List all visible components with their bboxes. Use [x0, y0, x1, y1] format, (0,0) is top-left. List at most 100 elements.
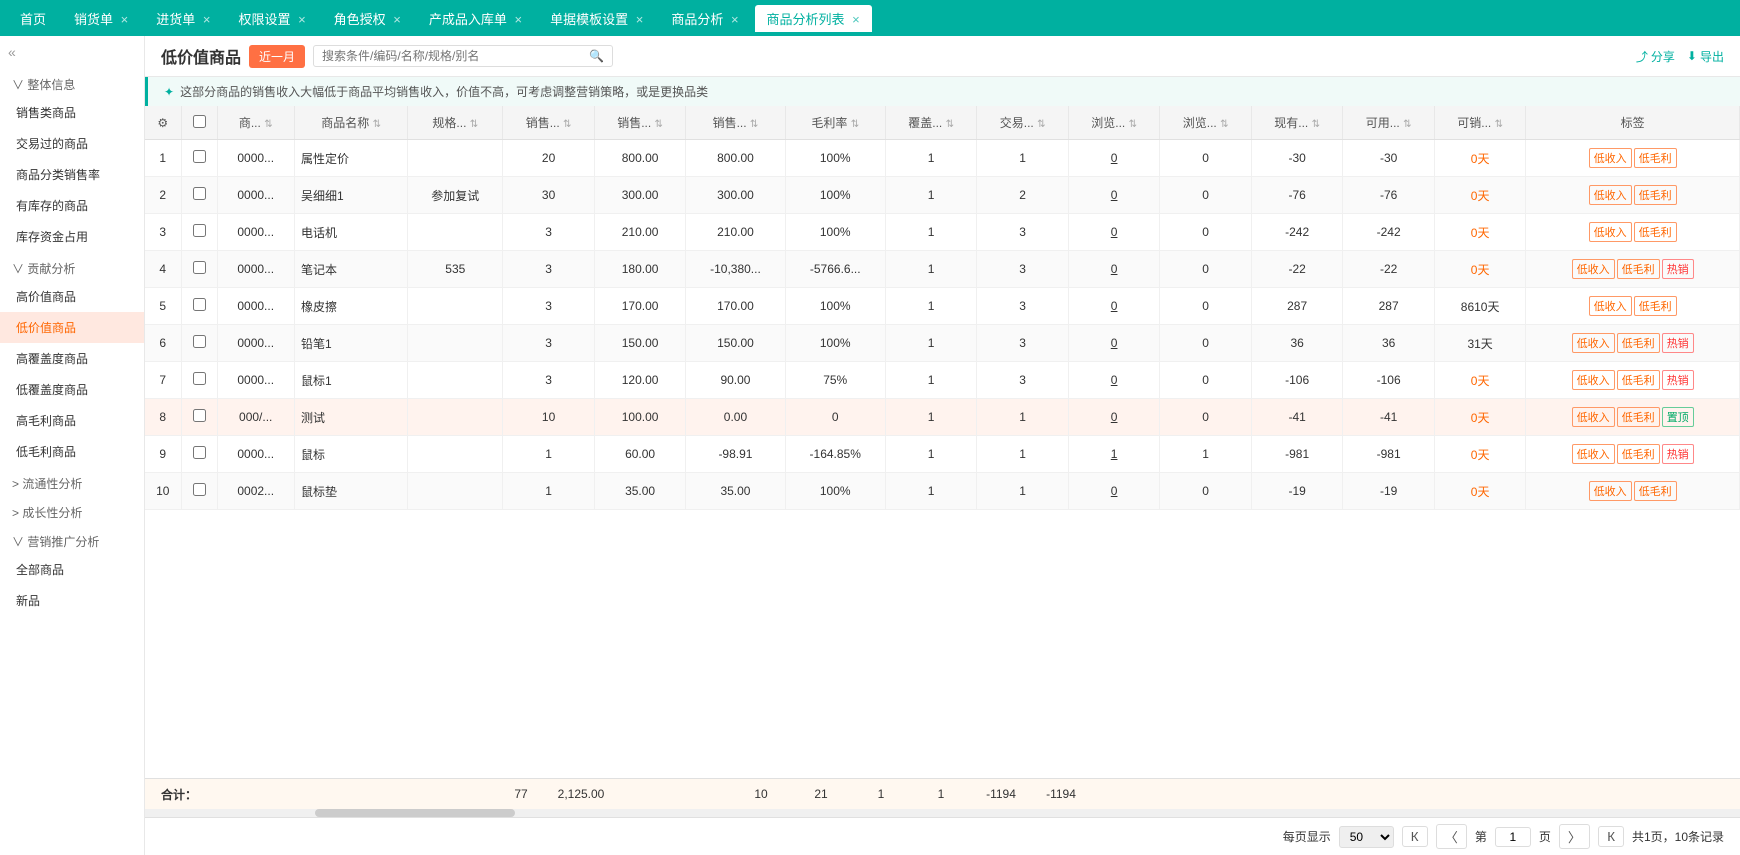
browse-link[interactable]: 0	[1111, 151, 1118, 165]
sidebar-item-sales-goods[interactable]: 销售类商品	[0, 97, 144, 128]
search-icon[interactable]: 🔍	[589, 49, 604, 63]
scrollbar-thumb[interactable]	[315, 809, 515, 817]
sidebar-item-traded-goods[interactable]: 交易过的商品	[0, 128, 144, 159]
close-icon[interactable]: ×	[852, 12, 860, 27]
col-spec[interactable]: 规格... ⇅	[408, 106, 503, 140]
table-container[interactable]: ⚙ 商... ⇅ 商品名称 ⇅ 规格... ⇅ 销售... ⇅ 销售... ⇅ …	[145, 106, 1740, 778]
sidebar-group-flow[interactable]: > 流通性分析	[0, 467, 144, 496]
browse-link[interactable]: 0	[1111, 262, 1118, 276]
col-code[interactable]: 商... ⇅	[217, 106, 294, 140]
row-checkbox[interactable]	[181, 473, 217, 510]
row-select-checkbox[interactable]	[193, 483, 206, 496]
browse-link[interactable]: 0	[1111, 373, 1118, 387]
browse-link[interactable]: 0	[1111, 188, 1118, 202]
row-checkbox[interactable]	[181, 177, 217, 214]
row-select-checkbox[interactable]	[193, 446, 206, 459]
row-browse1[interactable]: 0	[1068, 473, 1160, 510]
nav-tab-purchase[interactable]: 进货单 ×	[144, 5, 222, 32]
row-select-checkbox[interactable]	[193, 335, 206, 348]
close-icon[interactable]: ×	[298, 12, 306, 27]
page-number-input[interactable]	[1495, 827, 1531, 847]
row-browse1[interactable]: 0	[1068, 251, 1160, 288]
col-name[interactable]: 商品名称 ⇅	[294, 106, 407, 140]
horizontal-scrollbar[interactable]	[145, 809, 1740, 817]
filter-recent-month-button[interactable]: 近一月	[249, 45, 305, 68]
col-current-stock[interactable]: 现有... ⇅	[1251, 106, 1343, 140]
sidebar-item-low-coverage[interactable]: 低覆盖度商品	[0, 374, 144, 405]
sidebar-item-stocked-goods[interactable]: 有库存的商品	[0, 190, 144, 221]
close-icon[interactable]: ×	[203, 12, 211, 27]
nav-tab-permissions[interactable]: 权限设置 ×	[226, 5, 317, 32]
collapse-button[interactable]: «	[8, 44, 16, 60]
col-available-stock[interactable]: 可用... ⇅	[1343, 106, 1435, 140]
last-page-button[interactable]: К	[1598, 826, 1624, 847]
row-select-checkbox[interactable]	[193, 224, 206, 237]
col-sales-profit[interactable]: 销售... ⇅	[686, 106, 785, 140]
browse-link[interactable]: 0	[1111, 225, 1118, 239]
col-browse2[interactable]: 浏览... ⇅	[1160, 106, 1252, 140]
sidebar-item-high-value[interactable]: 高价值商品	[0, 281, 144, 312]
nav-tab-production[interactable]: 产成品入库单 ×	[417, 5, 534, 32]
close-icon[interactable]: ×	[636, 12, 644, 27]
sidebar-item-category-sales[interactable]: 商品分类销售率	[0, 159, 144, 190]
close-icon[interactable]: ×	[393, 12, 401, 27]
row-select-checkbox[interactable]	[193, 372, 206, 385]
row-checkbox[interactable]	[181, 214, 217, 251]
browse-link[interactable]: 0	[1111, 336, 1118, 350]
row-checkbox[interactable]	[181, 436, 217, 473]
close-icon[interactable]: ×	[515, 12, 523, 27]
sidebar-group-contribution[interactable]: ∨ 贡献分析	[0, 252, 144, 281]
nav-tab-template[interactable]: 单据模板设置 ×	[538, 5, 655, 32]
row-checkbox[interactable]	[181, 399, 217, 436]
row-checkbox[interactable]	[181, 140, 217, 177]
col-checkbox-all[interactable]	[181, 106, 217, 140]
row-checkbox[interactable]	[181, 362, 217, 399]
close-icon[interactable]: ×	[731, 12, 739, 27]
row-checkbox[interactable]	[181, 251, 217, 288]
nav-tab-home[interactable]: 首页	[8, 5, 58, 32]
sidebar-group-overall[interactable]: ∨ 整体信息	[0, 68, 144, 97]
col-sales-qty[interactable]: 销售... ⇅	[503, 106, 595, 140]
row-select-checkbox[interactable]	[193, 409, 206, 422]
row-browse1[interactable]: 0	[1068, 214, 1160, 251]
row-select-checkbox[interactable]	[193, 298, 206, 311]
sidebar-item-all-goods[interactable]: 全部商品	[0, 554, 144, 585]
prev-page-button[interactable]: 〈	[1436, 824, 1467, 849]
sidebar-item-high-margin[interactable]: 高毛利商品	[0, 405, 144, 436]
sidebar-item-low-value[interactable]: 低价值商品	[0, 312, 144, 343]
row-select-checkbox[interactable]	[193, 261, 206, 274]
first-page-button[interactable]: К	[1402, 826, 1428, 847]
next-page-button[interactable]: 〉	[1559, 824, 1590, 849]
row-browse1[interactable]: 1	[1068, 436, 1160, 473]
browse-link[interactable]: 0	[1111, 410, 1118, 424]
row-browse1[interactable]: 0	[1068, 140, 1160, 177]
browse-link[interactable]: 0	[1111, 484, 1118, 498]
export-button[interactable]: ⬇ 导出	[1687, 48, 1724, 65]
sidebar-item-inventory-fund[interactable]: 库存资金占用	[0, 221, 144, 252]
nav-tab-analysis[interactable]: 商品分析 ×	[659, 5, 750, 32]
row-select-checkbox[interactable]	[193, 187, 206, 200]
row-browse1[interactable]: 0	[1068, 325, 1160, 362]
nav-tab-analysis-list[interactable]: 商品分析列表 ×	[755, 5, 872, 32]
page-size-select[interactable]: 50 100 200	[1339, 826, 1394, 848]
browse-link[interactable]: 1	[1111, 447, 1118, 461]
sidebar-item-new-goods[interactable]: 新品	[0, 585, 144, 616]
nav-tab-sales[interactable]: 销货单 ×	[62, 5, 140, 32]
row-checkbox[interactable]	[181, 325, 217, 362]
share-button[interactable]: ⤴ 分享	[1636, 48, 1675, 65]
nav-tab-roles[interactable]: 角色授权 ×	[322, 5, 413, 32]
sidebar-group-marketing[interactable]: ∨ 营销推广分析	[0, 525, 144, 554]
col-browse1[interactable]: 浏览... ⇅	[1068, 106, 1160, 140]
row-browse1[interactable]: 0	[1068, 399, 1160, 436]
col-transaction[interactable]: 交易... ⇅	[977, 106, 1069, 140]
search-input[interactable]	[322, 49, 585, 63]
col-margin-rate[interactable]: 毛利率 ⇅	[785, 106, 885, 140]
sidebar-group-growth[interactable]: > 成长性分析	[0, 496, 144, 525]
col-settings[interactable]: ⚙	[145, 106, 181, 140]
close-icon[interactable]: ×	[121, 12, 129, 27]
col-saleable-stock[interactable]: 可销... ⇅	[1434, 106, 1526, 140]
row-browse1[interactable]: 0	[1068, 362, 1160, 399]
row-checkbox[interactable]	[181, 288, 217, 325]
col-coverage[interactable]: 覆盖... ⇅	[885, 106, 977, 140]
sidebar-item-low-margin[interactable]: 低毛利商品	[0, 436, 144, 467]
